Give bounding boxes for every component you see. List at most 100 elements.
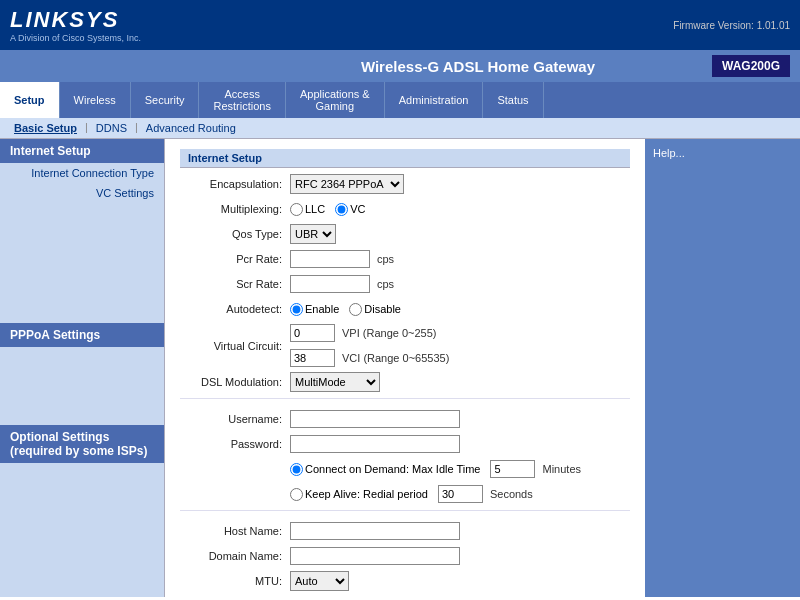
scr-label: Scr Rate: [180,278,290,290]
pcr-input[interactable] [290,250,370,268]
dsl-modulation-row: DSL Modulation: MultiMode ADSL2+ ADSL2 A… [180,372,630,392]
username-input[interactable] [290,410,460,428]
password-control [290,435,460,453]
page-title: Wireless-G ADSL Home Gateway [244,58,712,75]
tab-wireless[interactable]: Wireless [60,82,131,118]
nav-tabs: Setup Wireless Security AccessRestrictio… [0,82,800,118]
vc-control: VPI (Range 0~255) VCI (Range 0~65535) [290,324,449,367]
vci-input[interactable] [290,349,335,367]
sidebar: Internet Setup Internet Connection Type … [0,139,165,597]
scr-control: cps [290,275,394,293]
redial-period-input[interactable] [438,485,483,503]
vci-range: VCI (Range 0~65535) [342,352,449,364]
help-panel: Help... [645,139,800,597]
dsl-control: MultiMode ADSL2+ ADSL2 ADSL-T1.413 ADSL-… [290,372,380,392]
sub-tab-advanced-routing[interactable]: Advanced Routing [142,121,240,135]
tab-setup[interactable]: Setup [0,82,60,118]
dsl-label: DSL Modulation: [180,376,290,388]
internet-setup-title: Internet Setup [180,149,630,168]
multiplexing-vc-label[interactable]: VC [335,203,365,216]
autodetect-enable-label[interactable]: Enable [290,303,339,316]
help-label: Help... [653,147,685,159]
sidebar-section-pppoa: PPPoA Settings [0,323,164,347]
sidebar-item-connection-type[interactable]: Internet Connection Type [0,163,164,183]
max-idle-input[interactable] [490,460,535,478]
qos-row: Qos Type: UBR CBR VBR [180,224,630,244]
domain-name-row: Domain Name: [180,546,630,566]
sub-tab-basic-setup[interactable]: Basic Setup [10,121,81,135]
multiplexing-label: Multiplexing: [180,203,290,215]
autodetect-control: Enable Disable [290,303,407,316]
dsl-select[interactable]: MultiMode ADSL2+ ADSL2 ADSL-T1.413 ADSL-… [290,372,380,392]
top-header: LINKSYS A Division of Cisco Systems, Inc… [0,0,800,50]
tab-security[interactable]: Security [131,82,200,118]
vpi-input[interactable] [290,324,335,342]
firmware-version: Firmware Version: 1.01.01 [673,20,790,31]
multiplexing-llc-radio[interactable] [290,203,303,216]
encapsulation-control: RFC 2364 PPPoA RFC 1483 Bridged RFC 1483… [290,174,404,194]
keep-alive-label[interactable]: Keep Alive: Redial period [290,488,428,501]
virtual-circuit-label: Virtual Circuit: [180,340,290,352]
pppoa-section: Username: Password: Connect on Deman [180,409,630,504]
connect-demand-row: Connect on Demand: Max Idle Time Minutes [180,459,630,479]
scr-rate-row: Scr Rate: cps [180,274,630,294]
title-bar: Wireless-G ADSL Home Gateway WAG200G [0,50,800,82]
multiplexing-llc-label[interactable]: LLC [290,203,325,216]
qos-control: UBR CBR VBR [290,224,336,244]
keep-alive-control: Keep Alive: Redial period Seconds [290,485,533,503]
autodetect-disable-label[interactable]: Disable [349,303,401,316]
autodetect-enable-radio[interactable] [290,303,303,316]
divider-1 [180,398,630,399]
tab-status[interactable]: Status [483,82,543,118]
keep-alive-radio[interactable] [290,488,303,501]
scr-input[interactable] [290,275,370,293]
domain-name-label: Domain Name: [180,550,290,562]
logo-area: LINKSYS A Division of Cisco Systems, Inc… [10,7,141,43]
sidebar-item-vc-settings[interactable]: VC Settings [0,183,164,203]
domain-name-input[interactable] [290,547,460,565]
autodetect-label: Autodetect: [180,303,290,315]
autodetect-disable-radio[interactable] [349,303,362,316]
host-name-row: Host Name: [180,521,630,541]
sub-tab-ddns[interactable]: DDNS [92,121,131,135]
password-label: Password: [180,438,290,450]
host-name-label: Host Name: [180,525,290,537]
username-row: Username: [180,409,630,429]
username-control [290,410,460,428]
tab-access-restrictions[interactable]: AccessRestrictions [199,82,285,118]
connect-demand-unit: Minutes [542,463,581,475]
optional-section: Host Name: Domain Name: MTU: Auto Manu [180,521,630,597]
multiplexing-control: LLC VC [290,203,371,216]
multiplexing-vc-radio[interactable] [335,203,348,216]
pcr-unit: cps [377,253,394,265]
password-row: Password: [180,434,630,454]
encapsulation-select[interactable]: RFC 2364 PPPoA RFC 1483 Bridged RFC 1483… [290,174,404,194]
keep-alive-unit: Seconds [490,488,533,500]
vci-vpi-row: Virtual Circuit: VPI (Range 0~255) VCI (… [180,324,630,367]
tab-apps-gaming[interactable]: Applications &Gaming [286,82,385,118]
encapsulation-row: Encapsulation: RFC 2364 PPPoA RFC 1483 B… [180,174,630,194]
tab-administration[interactable]: Administration [385,82,484,118]
connect-demand-label[interactable]: Connect on Demand: Max Idle Time [290,463,480,476]
mtu-label: MTU: [180,575,290,587]
main-layout: Internet Setup Internet Connection Type … [0,139,800,597]
pcr-control: cps [290,250,394,268]
logo-subtitle: A Division of Cisco Systems, Inc. [10,33,141,43]
host-name-control [290,522,460,540]
mtu-select[interactable]: Auto Manual [290,571,349,591]
host-name-input[interactable] [290,522,460,540]
pcr-label: Pcr Rate: [180,253,290,265]
mtu-row: MTU: Auto Manual [180,571,630,591]
username-label: Username: [180,413,290,425]
vpi-range: VPI (Range 0~255) [342,327,436,339]
qos-label: Qos Type: [180,228,290,240]
connect-demand-radio[interactable] [290,463,303,476]
password-input[interactable] [290,435,460,453]
encapsulation-label: Encapsulation: [180,178,290,190]
scr-unit: cps [377,278,394,290]
autodetect-row: Autodetect: Enable Disable [180,299,630,319]
sidebar-section-internet-setup: Internet Setup [0,139,164,163]
size-row: Size: [180,596,630,597]
connect-demand-control: Connect on Demand: Max Idle Time Minutes [290,460,581,478]
qos-select[interactable]: UBR CBR VBR [290,224,336,244]
